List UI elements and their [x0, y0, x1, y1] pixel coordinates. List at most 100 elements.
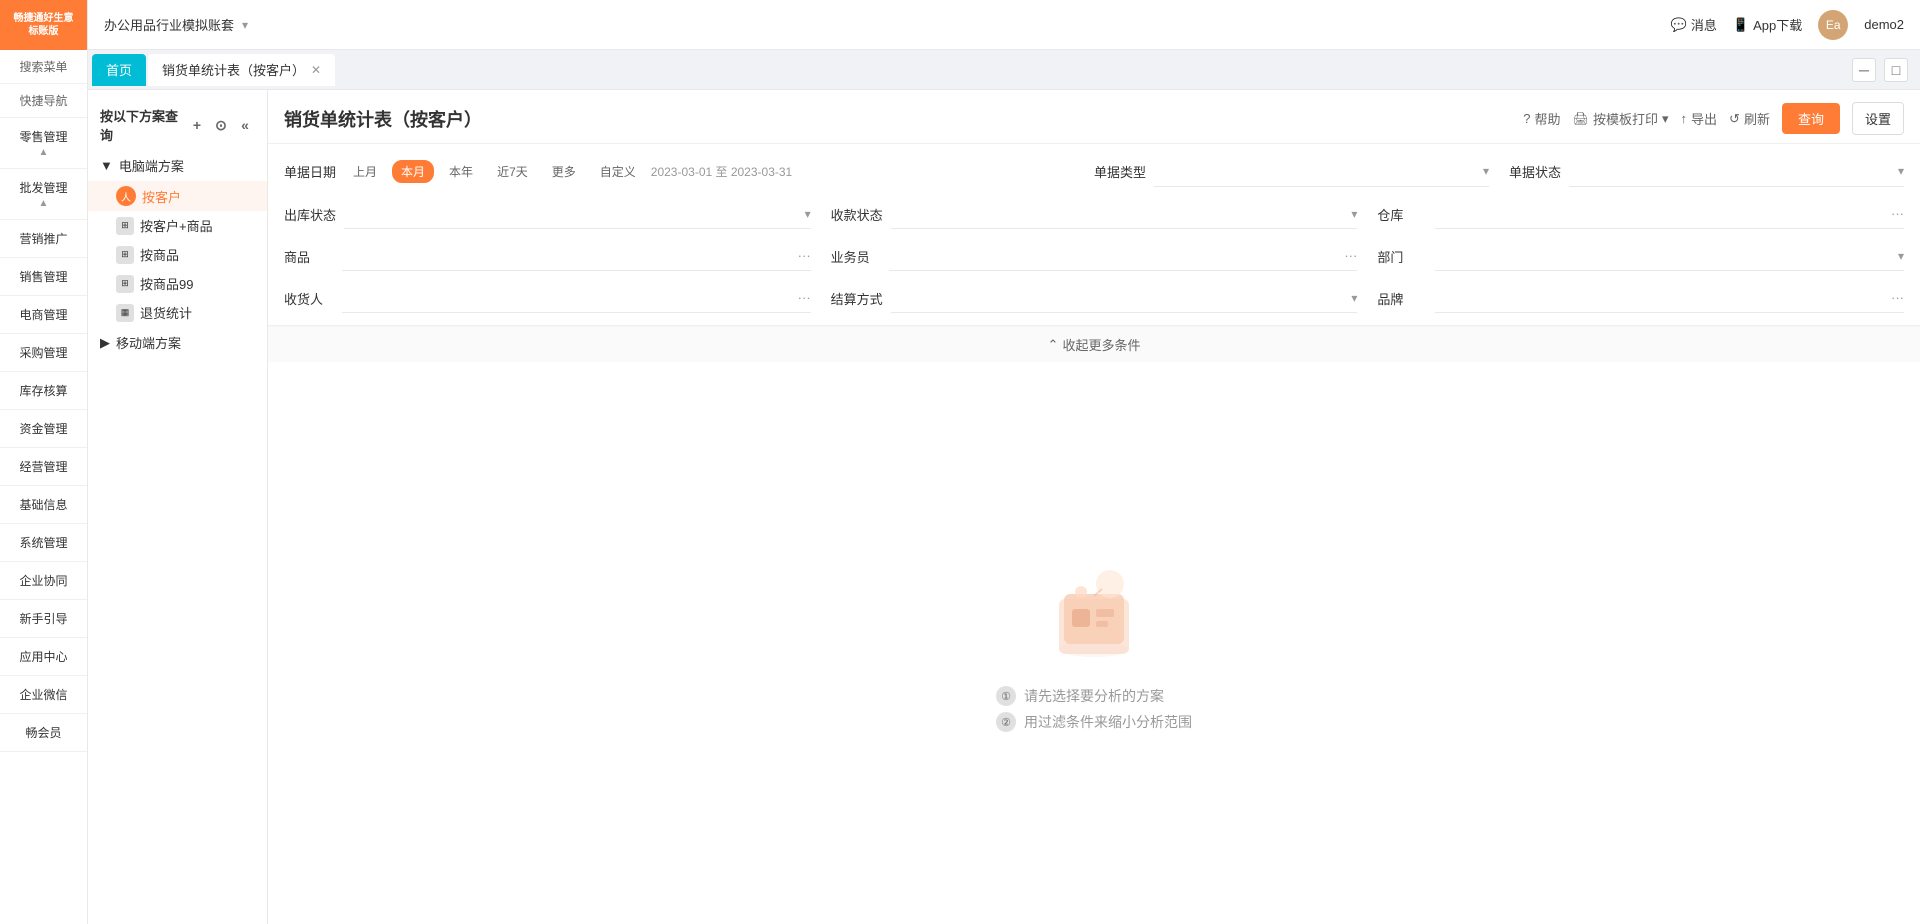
message-icon: 💬 [1671, 17, 1687, 33]
empty-tip-1: ① 请先选择要分析的方案 [996, 686, 1192, 706]
tree-child-by-customer-product[interactable]: ⊞ 按客户+商品 [88, 211, 267, 240]
payment-status-arrow-icon[interactable]: ▾ [1351, 207, 1357, 221]
export-button[interactable]: ↑ 导出 [1681, 109, 1718, 128]
sidebar-item-retail[interactable]: 零售管理 ▲ [0, 118, 87, 169]
tab-bar: 首页 销货单统计表（按客户） ✕ ─ □ [88, 50, 1920, 90]
refresh-button[interactable]: ↺ 刷新 [1729, 109, 1770, 128]
print-icon: 🖨 [1572, 111, 1589, 127]
receiver-control[interactable]: ··· [342, 283, 811, 313]
date-btn-last-month[interactable]: 上月 [344, 160, 386, 183]
filter-row-1: 单据日期 上月 本月 本年 近7天 更多 自定义 2023-03-01 至 20… [284, 156, 1904, 187]
app-download-label: App下载 [1753, 15, 1802, 34]
sidebar-item-member[interactable]: 畅会员 [0, 714, 87, 752]
brand-more-icon[interactable]: ··· [1891, 290, 1904, 305]
filter-doc-status: 单据状态 ▾ [1509, 157, 1904, 187]
settings-scheme-button[interactable]: ⊙ [211, 115, 231, 135]
sidebar-item-enterprise[interactable]: 企业协同 [0, 562, 87, 600]
product-control[interactable]: ··· [342, 241, 811, 271]
settlement-label: 结算方式 [831, 289, 883, 308]
settlement-control[interactable]: ▾ [891, 283, 1358, 313]
sidebar-item-system[interactable]: 系统管理 [0, 524, 87, 562]
breadcrumb-dropdown-icon[interactable]: ▾ [242, 18, 248, 32]
tree-child-by-product[interactable]: ⊞ 按商品 [88, 240, 267, 269]
filter-row-2: 出库状态 ▾ 收款状态 ▾ 仓库 [284, 199, 1904, 229]
sidebar-item-finance[interactable]: 资金管理 [0, 410, 87, 448]
date-btn-more[interactable]: 更多 [543, 160, 585, 183]
tree-parent-mobile[interactable]: ▶ 移动端方案 [88, 327, 267, 358]
warehouse-control[interactable]: ··· [1435, 199, 1904, 229]
tree-child-by-product-99[interactable]: ⊞ 按商品99 [88, 269, 267, 298]
doc-status-label: 单据状态 [1509, 162, 1561, 181]
maximize-icon: □ [1892, 62, 1900, 78]
filter-date: 单据日期 上月 本月 本年 近7天 更多 自定义 2023-03-01 至 20… [284, 156, 1074, 187]
help-button[interactable]: ? 帮助 [1523, 109, 1560, 128]
collapse-bar[interactable]: ⌃ 收起更多条件 [268, 326, 1920, 362]
tree-child-return-stats[interactable]: ▦ 退货统计 [88, 298, 267, 327]
by-product-label: 按商品 [140, 245, 179, 264]
tab-close-icon[interactable]: ✕ [311, 63, 321, 77]
warehouse-more-icon[interactable]: ··· [1891, 206, 1904, 221]
doc-type-arrow-icon[interactable]: ▾ [1483, 164, 1489, 178]
sidebar-item-ecommerce[interactable]: 电商管理 [0, 296, 87, 334]
print-button[interactable]: 🖨 按模板打印 ▾ [1572, 109, 1668, 128]
print-arrow-icon: ▾ [1662, 111, 1669, 127]
payment-status-label: 收款状态 [831, 205, 883, 224]
doc-status-arrow-icon[interactable]: ▾ [1898, 164, 1904, 178]
sidebar-item-basic[interactable]: 基础信息 [0, 486, 87, 524]
sidebar-item-wholesale[interactable]: 批发管理 ▲ [0, 169, 87, 220]
desktop-label: 电脑端方案 [119, 156, 184, 175]
date-btn-this-month[interactable]: 本月 [392, 160, 434, 183]
username[interactable]: demo2 [1864, 17, 1904, 32]
date-btn-7days[interactable]: 近7天 [488, 160, 537, 183]
salesperson-more-icon[interactable]: ··· [1344, 248, 1357, 263]
sidebar-item-purchase[interactable]: 采购管理 [0, 334, 87, 372]
download-icon: 📱 [1733, 17, 1749, 33]
receiver-more-icon[interactable]: ··· [798, 290, 811, 305]
salesperson-label: 业务员 [831, 247, 881, 266]
sidebar-item-appstore[interactable]: 应用中心 [0, 638, 87, 676]
app-download-button[interactable]: 📱 App下载 [1733, 15, 1802, 34]
sidebar-item-inventory[interactable]: 库存核算 [0, 372, 87, 410]
filter-receiver: 收货人 ··· [284, 283, 811, 313]
out-status-arrow-icon[interactable]: ▾ [805, 207, 811, 221]
product-more-icon[interactable]: ··· [798, 248, 811, 263]
tree-child-by-customer[interactable]: 人 按客户 [88, 181, 267, 211]
sidebar-item-marketing[interactable]: 营销推广 [0, 220, 87, 258]
collapse-panel-button[interactable]: « [235, 115, 255, 135]
maximize-button[interactable]: □ [1884, 58, 1908, 82]
settings-button[interactable]: 设置 [1852, 102, 1904, 135]
member-label: 畅会员 [25, 724, 61, 741]
salesperson-control[interactable]: ··· [889, 241, 1358, 271]
date-btn-this-year[interactable]: 本年 [440, 160, 482, 183]
sidebar-search[interactable]: 搜索菜单 [0, 50, 87, 84]
sidebar-quick-nav[interactable]: 快捷导航 [0, 84, 87, 118]
sidebar-item-guide[interactable]: 新手引导 [0, 600, 87, 638]
tab-sales-stat[interactable]: 销货单统计表（按客户） ✕ [148, 54, 335, 86]
logo: 畅捷通好生意 标账版 [0, 0, 87, 50]
sidebar: 畅捷通好生意 标账版 搜索菜单 快捷导航 零售管理 ▲ 批发管理 ▲ 营销推广 … [0, 0, 88, 924]
doc-status-control[interactable]: ▾ [1569, 157, 1904, 187]
wholesale-arrow: ▲ [39, 198, 49, 209]
minimize-button[interactable]: ─ [1852, 58, 1876, 82]
department-control[interactable]: ▾ [1435, 241, 1904, 271]
sidebar-item-operations[interactable]: 经营管理 [0, 448, 87, 486]
out-status-control[interactable]: ▾ [344, 199, 811, 229]
tree-parent-desktop[interactable]: ▼ 电脑端方案 [88, 150, 267, 181]
date-btn-custom[interactable]: 自定义 [591, 160, 645, 183]
payment-status-control[interactable]: ▾ [891, 199, 1358, 229]
tab-home[interactable]: 首页 [92, 54, 146, 86]
query-button[interactable]: 查询 [1782, 103, 1840, 134]
messages-button[interactable]: 💬 消息 [1671, 15, 1717, 34]
brand-control[interactable]: ··· [1435, 283, 1904, 313]
tip-text-1: 请先选择要分析的方案 [1024, 686, 1164, 706]
panel-header: 按以下方案查询 + ⊙ « [88, 100, 267, 150]
out-status-label: 出库状态 [284, 205, 336, 224]
add-scheme-button[interactable]: + [187, 115, 207, 135]
settlement-arrow-icon[interactable]: ▾ [1351, 291, 1357, 305]
sidebar-item-sales[interactable]: 销售管理 [0, 258, 87, 296]
by-product-99-icon: ⊞ [116, 275, 134, 293]
sidebar-item-wechat[interactable]: 企业微信 [0, 676, 87, 714]
doc-type-label: 单据类型 [1094, 162, 1146, 181]
doc-type-control[interactable]: ▾ [1154, 157, 1489, 187]
department-arrow-icon[interactable]: ▾ [1898, 249, 1904, 263]
